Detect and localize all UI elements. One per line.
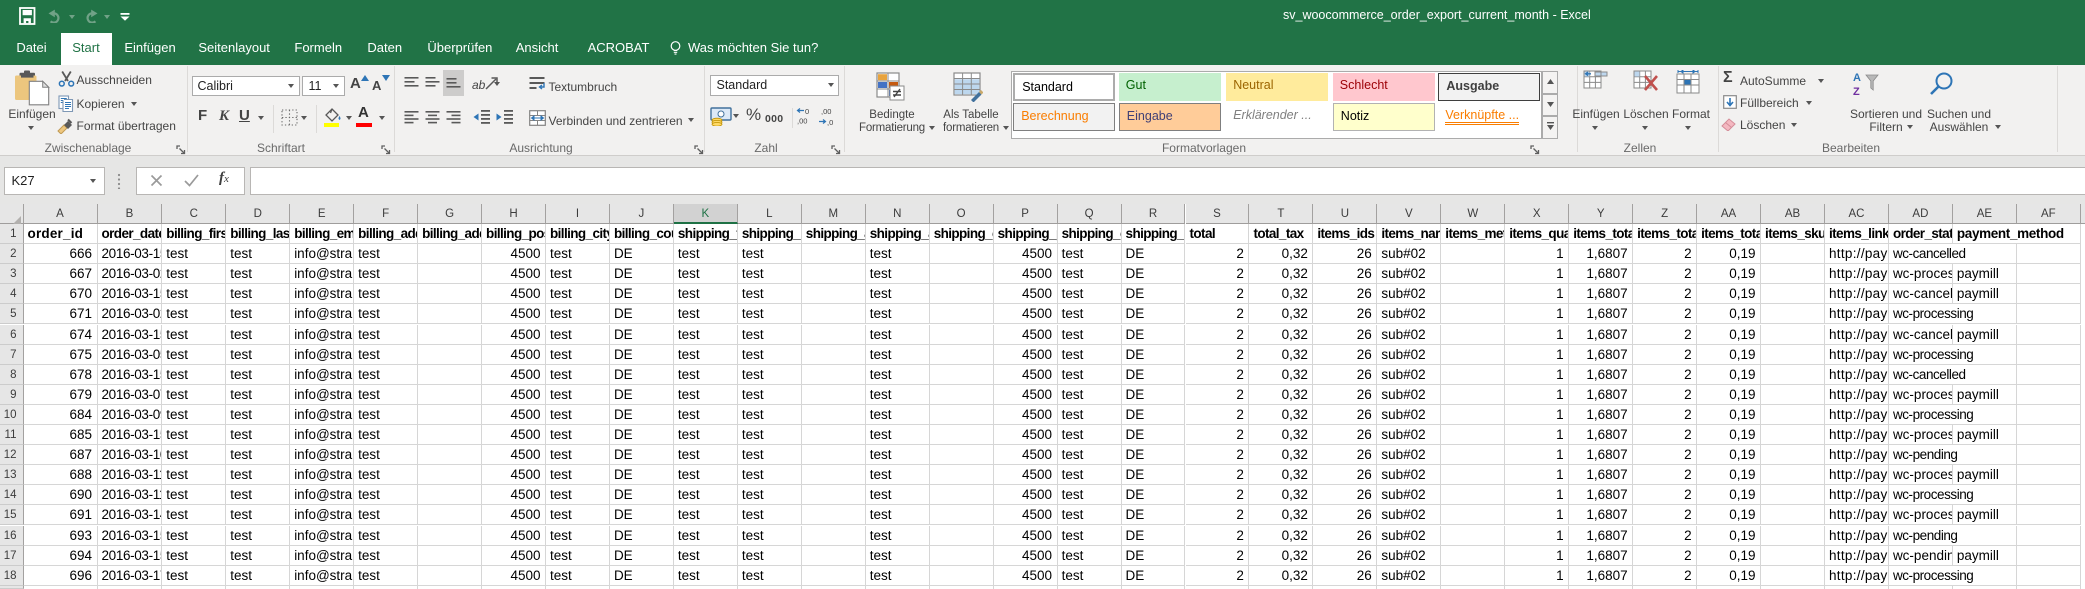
svg-text:,0: ,0 — [827, 118, 833, 126]
svg-text:Z: Z — [1853, 86, 1860, 97]
svg-text:0: 0 — [805, 107, 809, 116]
svg-text:,00: ,00 — [821, 107, 831, 116]
svg-text:,00: ,00 — [797, 117, 807, 126]
svg-text:A: A — [1853, 72, 1861, 84]
